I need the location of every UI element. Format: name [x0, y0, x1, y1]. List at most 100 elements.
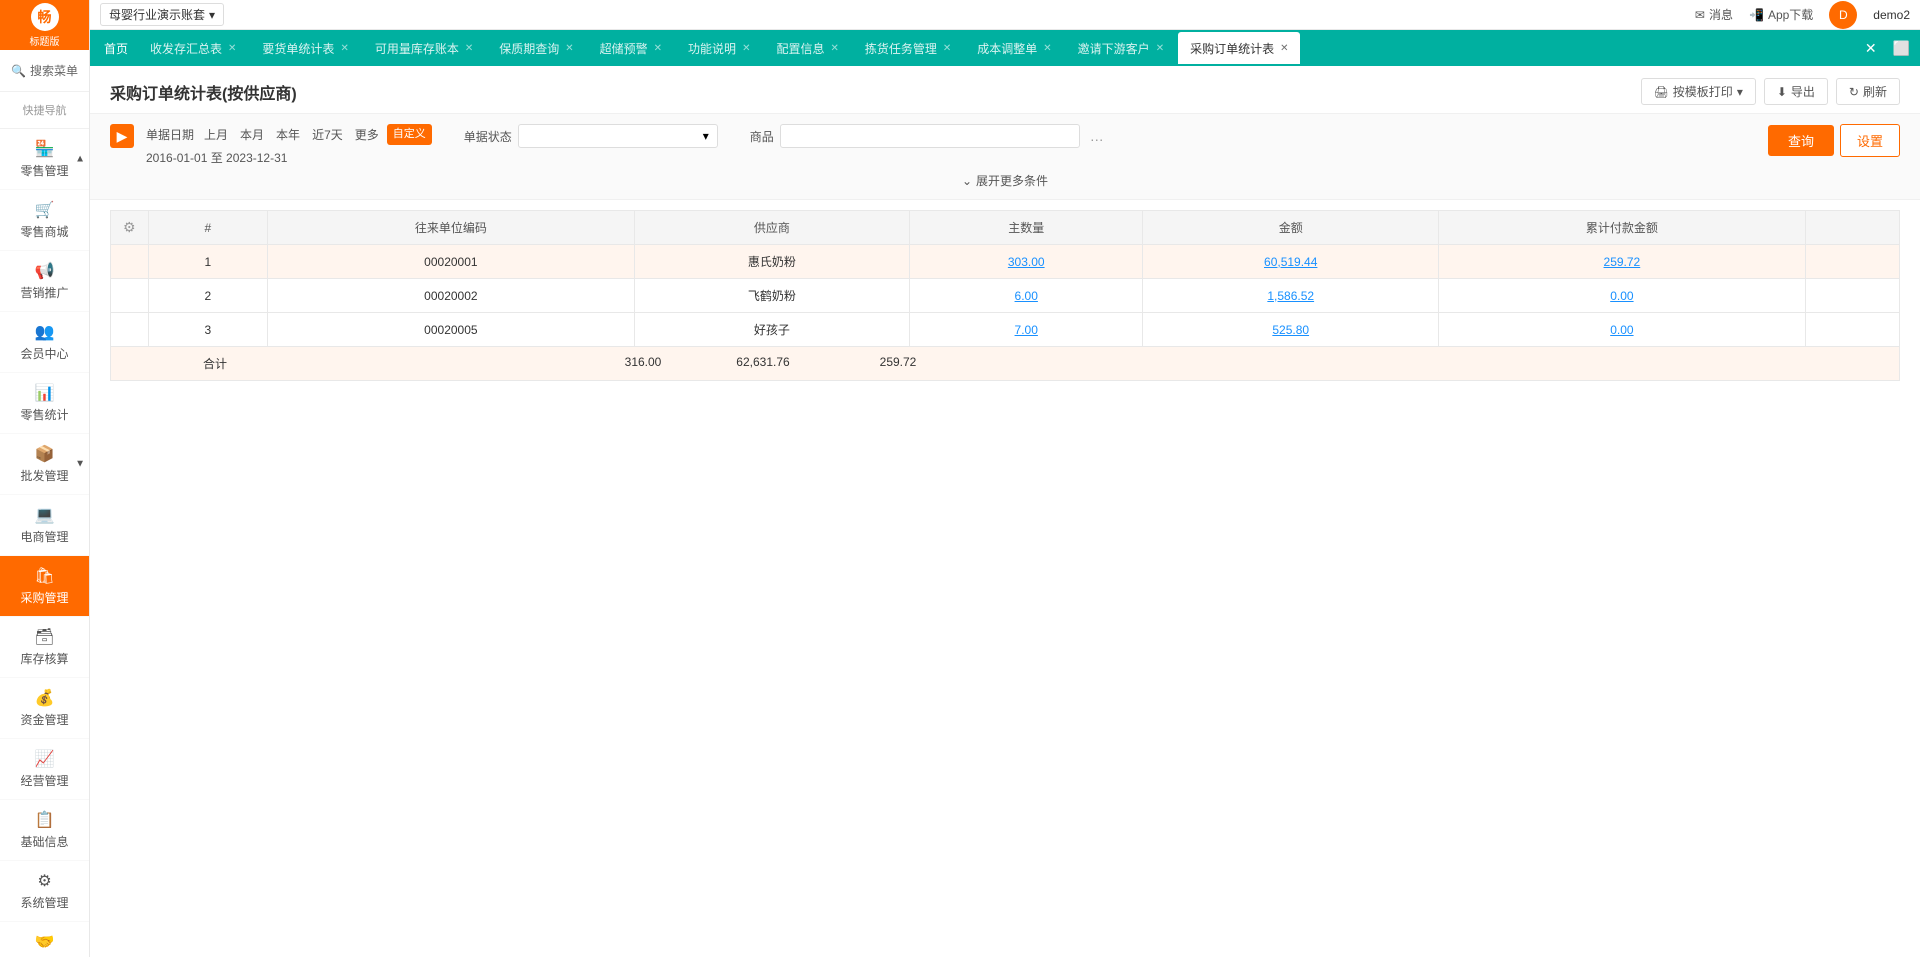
sidebar-item-finance-mgmt[interactable]: 💰 资金管理: [0, 678, 89, 739]
cell-qty[interactable]: 6.00: [910, 279, 1143, 313]
filter-toggle-button[interactable]: ▶: [110, 124, 134, 148]
close-tab-button[interactable]: ✕: [1859, 40, 1883, 57]
sidebar-item-label: 电商管理: [20, 528, 68, 545]
logo[interactable]: 畅 标题版: [0, 0, 89, 50]
messages-button[interactable]: ✉ 消息: [1695, 6, 1733, 23]
cell-seq: 3: [148, 313, 268, 347]
tab-close-icon[interactable]: ✕: [654, 43, 662, 54]
tab-label: 保质期查询: [499, 40, 559, 57]
cell-extra: [1805, 245, 1899, 279]
sidebar-item-marketing[interactable]: 📢 营销推广: [0, 251, 89, 312]
table-footer: 合计 316.00 62,631.76 259.72: [110, 347, 1900, 381]
cell-paid[interactable]: 0.00: [1439, 313, 1805, 347]
tab-label: 配置信息: [776, 40, 824, 57]
tab-close-icon[interactable]: ✕: [565, 43, 573, 54]
user-avatar[interactable]: D: [1829, 1, 1857, 29]
search-icon: 🔍: [11, 64, 26, 78]
date-filter-item: 单据日期 上月 本月 本年 近7天 更多 自定义: [146, 124, 432, 145]
query-button[interactable]: 查询: [1768, 125, 1834, 156]
tab-close-icon[interactable]: ✕: [340, 43, 348, 54]
goods-input[interactable]: [780, 124, 1080, 148]
sidebar-search-section: 🔍 搜索菜单: [0, 50, 89, 92]
cell-qty[interactable]: 303.00: [910, 245, 1143, 279]
print-icon: 🖨: [1654, 85, 1669, 99]
export-button[interactable]: ⬇ 导出: [1764, 78, 1828, 105]
sidebar-item-retail-stats[interactable]: 📊 零售统计: [0, 373, 89, 434]
tab-close-icon[interactable]: ✕: [1043, 43, 1051, 54]
tab-close-icon[interactable]: ✕: [742, 43, 750, 54]
basic-info-icon: 📋: [35, 810, 55, 830]
cell-amount[interactable]: 1,586.52: [1143, 279, 1439, 313]
tab-available-stock[interactable]: 可用量库存账本 ✕: [363, 32, 485, 64]
date-filter-section: 单据日期 上月 本月 本年 近7天 更多 自定义 2016-01-01 至 20…: [146, 124, 432, 166]
tab-close-icon[interactable]: ✕: [830, 43, 838, 54]
footer-amount: 62,631.76: [703, 355, 823, 372]
tab-close-icon[interactable]: ✕: [465, 43, 473, 54]
cell-extra: [1805, 313, 1899, 347]
tab-config-info[interactable]: 配置信息 ✕: [764, 32, 850, 64]
tab-close-icon[interactable]: ✕: [943, 43, 951, 54]
tab-cost-adjust[interactable]: 成本调整单 ✕: [965, 32, 1063, 64]
logo-text: 标题版: [30, 33, 60, 48]
status-select[interactable]: ▾: [518, 124, 718, 148]
cell-paid[interactable]: 0.00: [1439, 279, 1805, 313]
tab-label: 要货单统计表: [262, 40, 334, 57]
maximize-button[interactable]: ⬜: [1887, 40, 1916, 57]
sidebar-item-retail-mgmt[interactable]: 🏪 零售管理 ▲: [0, 129, 89, 190]
shortcut-this-year[interactable]: 本年: [272, 124, 304, 145]
shortcut-more[interactable]: 更多: [351, 124, 383, 145]
shortcut-last-month[interactable]: 上月: [200, 124, 232, 145]
header-row: ⚙ # 往来单位编码 供应商 主数量 金额 累计付款金额: [111, 211, 1900, 245]
sidebar-item-basic-info[interactable]: 📋 基础信息: [0, 800, 89, 861]
sidebar-item-system-mgmt[interactable]: ⚙ 系统管理: [0, 861, 89, 922]
app-download-button[interactable]: 📲 App下载: [1749, 6, 1813, 23]
tab-label: 采购订单统计表: [1190, 40, 1274, 57]
tab-expiry-query[interactable]: 保质期查询 ✕: [487, 32, 585, 64]
refresh-button[interactable]: ↻ 刷新: [1836, 78, 1900, 105]
tab-close-icon[interactable]: ✕: [1156, 43, 1164, 54]
more-icon[interactable]: …: [1090, 128, 1104, 144]
sidebar-item-member-center[interactable]: 👥 会员中心: [0, 312, 89, 373]
cell-qty[interactable]: 7.00: [910, 313, 1143, 347]
sidebar-item-purchase-mgmt[interactable]: 🛍 采购管理: [0, 556, 89, 617]
tab-close-icon[interactable]: ✕: [1280, 43, 1288, 54]
gear-icon[interactable]: ⚙: [123, 219, 136, 235]
company-selector[interactable]: 母婴行业演示账套 ▾: [100, 3, 224, 26]
cell-amount[interactable]: 60,519.44: [1143, 245, 1439, 279]
purchase-mgmt-icon: 🛍: [34, 566, 54, 586]
sidebar-item-wholesale-mgmt[interactable]: 📦 批发管理 ▼: [0, 434, 89, 495]
sidebar-item-operations-mgmt[interactable]: 📈 经营管理: [0, 739, 89, 800]
expand-more-button[interactable]: ⌄ 展开更多条件: [110, 166, 1900, 189]
tab-invite-downstream[interactable]: 邀请下游客户 ✕: [1066, 32, 1176, 64]
sidebar-item-enterprise-coop[interactable]: 🤝 企业协同: [0, 922, 89, 957]
chevron-down-icon: ▼: [75, 459, 85, 470]
tab-close-icon[interactable]: ✕: [228, 43, 236, 54]
footer-settings: [123, 355, 163, 372]
shortcut-this-month[interactable]: 本月: [236, 124, 268, 145]
filter-area: ▶ 单据日期 上月 本月 本年 近7天 更多 自定义: [90, 114, 1920, 200]
print-button[interactable]: 🖨 按模板打印 ▾: [1641, 78, 1756, 105]
settings-button[interactable]: 设置: [1840, 124, 1900, 157]
sidebar-item-retail-mall[interactable]: 🛒 零售商城: [0, 190, 89, 251]
home-tab[interactable]: 首页: [94, 32, 138, 64]
cell-extra: [1805, 279, 1899, 313]
tab-goods-summary[interactable]: 要货单统计表 ✕: [250, 32, 360, 64]
tab-label: 邀请下游客户: [1078, 40, 1150, 57]
ecommerce-mgmt-icon: 💻: [35, 505, 55, 525]
date-shortcuts: 上月 本月 本年 近7天 更多 自定义: [200, 124, 432, 145]
tab-purchase-summary[interactable]: 采购订单统计表 ✕: [1178, 32, 1300, 64]
main-area: 母婴行业演示账套 ▾ ✉ 消息 📲 App下载 D demo2 首页 收发存汇总…: [90, 0, 1920, 957]
tab-function-desc[interactable]: 功能说明 ✕: [676, 32, 762, 64]
tab-overstock[interactable]: 超储预警 ✕: [588, 32, 674, 64]
cell-amount[interactable]: 525.80: [1143, 313, 1439, 347]
tab-picking-task[interactable]: 拣货任务管理 ✕: [853, 32, 963, 64]
sidebar-item-stock-check[interactable]: 🗃 库存核算: [0, 617, 89, 678]
shortcut-7days[interactable]: 近7天: [308, 124, 347, 145]
cell-supplier-code: 00020005: [268, 313, 634, 347]
sidebar-item-ecommerce-mgmt[interactable]: 💻 电商管理: [0, 495, 89, 556]
search-menu-button[interactable]: 🔍 搜索菜单: [6, 58, 83, 83]
sidebar-item-label: 批发管理: [20, 467, 68, 484]
cell-paid[interactable]: 259.72: [1439, 245, 1805, 279]
tab-receive-summary[interactable]: 收发存汇总表 ✕: [138, 32, 248, 64]
avatar-initial: D: [1839, 8, 1848, 22]
